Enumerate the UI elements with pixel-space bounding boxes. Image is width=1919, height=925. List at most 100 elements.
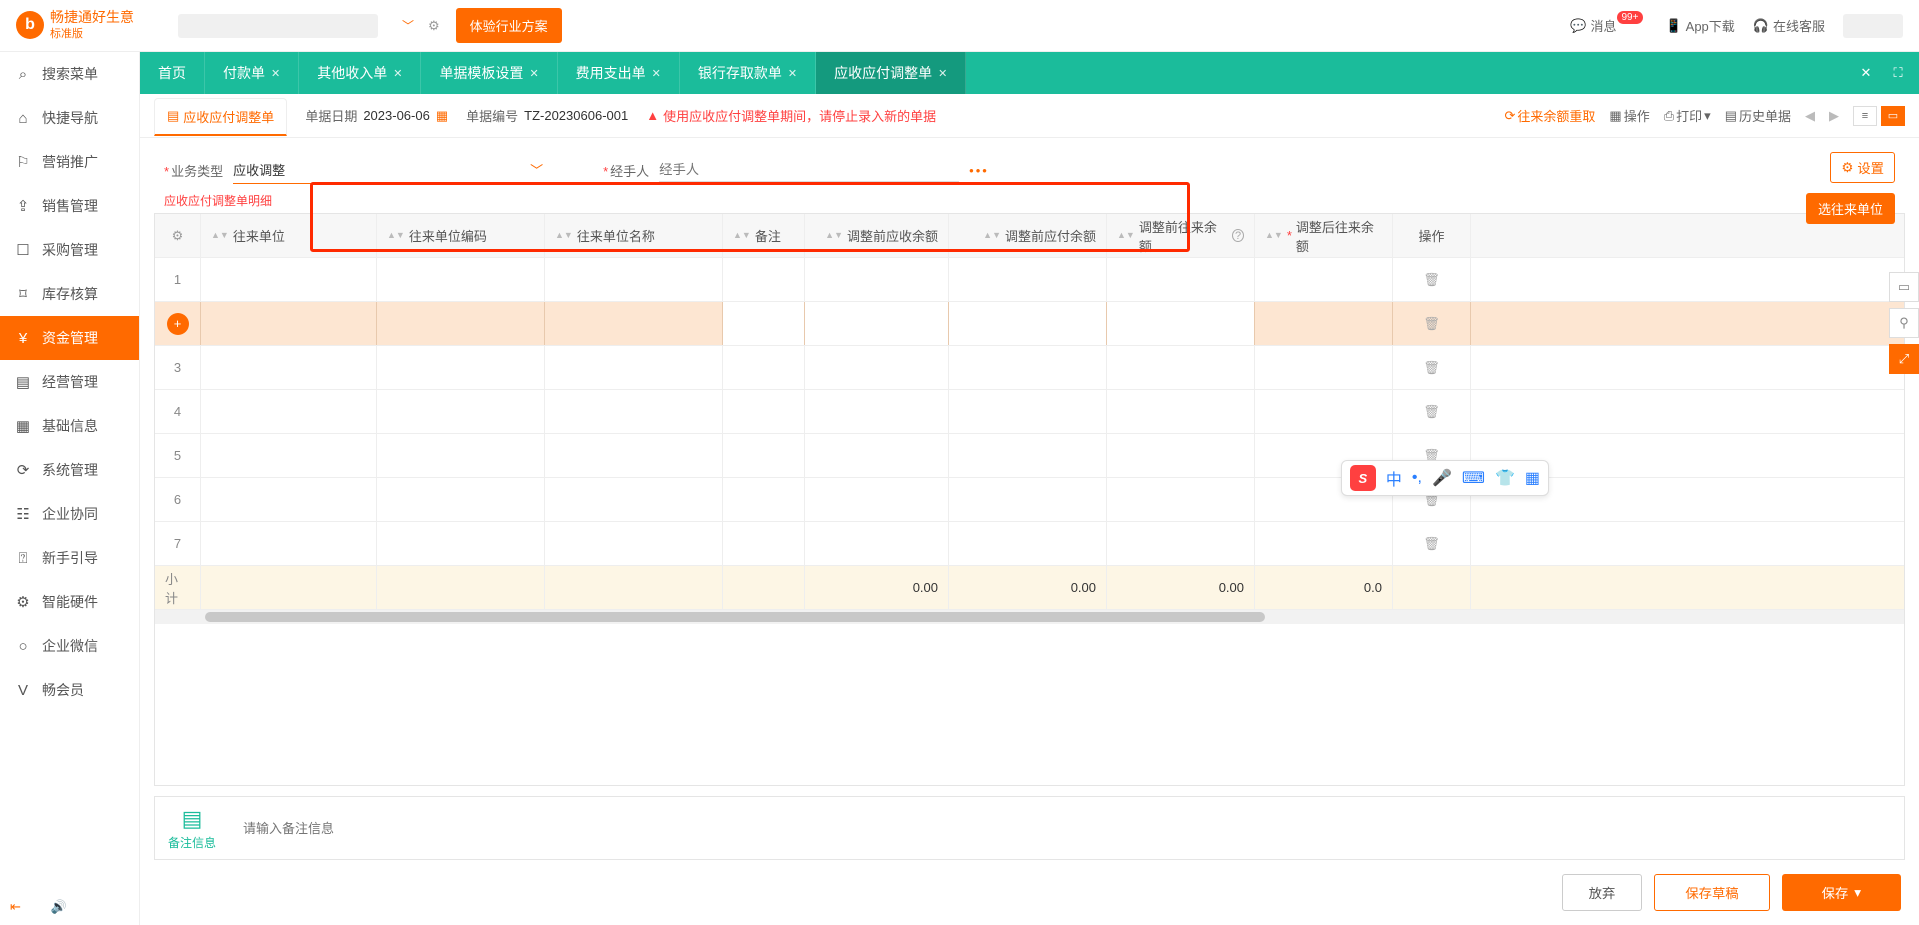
sidebar-item-funds[interactable]: ¥资金管理 bbox=[0, 316, 139, 360]
close-icon[interactable]: ✕ bbox=[271, 67, 280, 80]
biz-type-field: *业务类型 应收调整 ﹀ bbox=[164, 156, 543, 184]
tab-bank[interactable]: 银行存取款单✕ bbox=[680, 52, 816, 94]
grid-row[interactable]: 3🗑 bbox=[155, 346, 1904, 390]
grid-row[interactable]: 7🗑 bbox=[155, 522, 1904, 566]
view-card-icon[interactable]: ▭ bbox=[1881, 106, 1905, 126]
ime-mode[interactable]: 中 bbox=[1386, 466, 1402, 490]
messages-link[interactable]: 💬 消息 99+ bbox=[1570, 16, 1647, 35]
sound-icon[interactable]: 🔊 bbox=[51, 899, 67, 915]
sidebar-item-member[interactable]: V畅会员 bbox=[0, 668, 139, 712]
tab-payment[interactable]: 付款单✕ bbox=[205, 52, 299, 94]
history-link[interactable]: ▤ 历史单据 bbox=[1725, 106, 1791, 125]
sidebar-item-quicknav[interactable]: ⌂快捷导航 bbox=[0, 96, 139, 140]
sort-icon[interactable]: ▲▼ bbox=[1117, 232, 1135, 238]
sort-icon[interactable]: ▲▼ bbox=[1265, 232, 1283, 238]
sidebar-item-sales[interactable]: ⇪销售管理 bbox=[0, 184, 139, 228]
close-icon[interactable]: ✕ bbox=[788, 67, 797, 80]
calendar-icon[interactable]: ▦ bbox=[436, 108, 448, 124]
sidebar-item-wechat[interactable]: ○企业微信 bbox=[0, 624, 139, 668]
discard-button[interactable]: 放弃 bbox=[1562, 874, 1643, 911]
trash-icon[interactable]: 🗑 bbox=[1423, 272, 1440, 288]
float-note-icon[interactable]: ▭ bbox=[1889, 272, 1919, 302]
sort-icon[interactable]: ▲▼ bbox=[733, 232, 751, 238]
save-button[interactable]: 保存▾ bbox=[1782, 874, 1901, 911]
sort-icon[interactable]: ▲▼ bbox=[555, 232, 573, 238]
tab-other-income[interactable]: 其他收入单✕ bbox=[299, 52, 421, 94]
view-list-icon[interactable]: ≡ bbox=[1853, 106, 1877, 126]
tabs-expand-icon[interactable]: ⛶ bbox=[1887, 62, 1909, 84]
trash-icon[interactable]: 🗑 bbox=[1423, 360, 1440, 376]
grid-row[interactable]: 5🗑 bbox=[155, 434, 1904, 478]
tab-expense[interactable]: 费用支出单✕ bbox=[558, 52, 680, 94]
grid-row[interactable]: 6🗑 bbox=[155, 478, 1904, 522]
sidebar-item-enterprise[interactable]: ☷企业协同 bbox=[0, 492, 139, 536]
col-unit: 往来单位 bbox=[233, 226, 285, 245]
team-icon: ☷ bbox=[14, 505, 32, 523]
close-icon[interactable]: ✕ bbox=[529, 67, 538, 80]
prev-icon[interactable]: ◀ bbox=[1805, 108, 1815, 124]
tab-adjust[interactable]: 应收应付调整单✕ bbox=[816, 52, 966, 94]
next-icon[interactable]: ▶ bbox=[1829, 108, 1839, 124]
operate-menu[interactable]: ▦ 操作 bbox=[1609, 106, 1649, 125]
ime-grid-icon[interactable]: ▦ bbox=[1525, 468, 1540, 488]
ime-punct-icon[interactable]: •, bbox=[1412, 469, 1422, 487]
info-icon[interactable]: ? bbox=[1232, 229, 1244, 242]
collapse-icon[interactable]: ⇤ bbox=[10, 899, 21, 915]
org-selector[interactable] bbox=[178, 14, 378, 38]
try-industry-button[interactable]: 体验行业方案 bbox=[456, 8, 562, 43]
tabs-close-all-icon[interactable]: ✕ bbox=[1855, 62, 1877, 84]
ime-skin-icon[interactable]: 👕 bbox=[1495, 468, 1515, 488]
sort-icon[interactable]: ▲▼ bbox=[387, 232, 405, 238]
grid-row[interactable]: 1🗑 bbox=[155, 258, 1904, 302]
ime-logo-icon: S bbox=[1350, 465, 1376, 491]
sidebar-item-operation[interactable]: ▤经营管理 bbox=[0, 360, 139, 404]
sidebar-item-purchase[interactable]: ☐采购管理 bbox=[0, 228, 139, 272]
grid-settings-icon[interactable]: ⚙ bbox=[172, 228, 184, 244]
close-icon[interactable]: ✕ bbox=[652, 67, 661, 80]
handler-input[interactable] bbox=[659, 158, 959, 182]
sidebar-item-inventory[interactable]: ⌑库存核算 bbox=[0, 272, 139, 316]
float-attach-icon[interactable]: ⚲ bbox=[1889, 308, 1919, 338]
sort-icon[interactable]: ▲▼ bbox=[825, 232, 843, 238]
online-service-link[interactable]: 🎧 在线客服 bbox=[1753, 16, 1825, 35]
close-icon[interactable]: ✕ bbox=[393, 67, 402, 80]
save-draft-button[interactable]: 保存草稿 bbox=[1654, 874, 1769, 911]
handler-picker-icon[interactable]: ••• bbox=[969, 163, 989, 178]
tab-home[interactable]: 首页 bbox=[140, 52, 205, 94]
biz-type-select[interactable]: 应收调整 ﹀ bbox=[233, 156, 543, 184]
trash-icon[interactable]: 🗑 bbox=[1423, 536, 1440, 552]
sidebar-item-marketing[interactable]: ⚐营销推广 bbox=[0, 140, 139, 184]
settings-button[interactable]: ⚙设置 bbox=[1830, 152, 1895, 183]
up-icon: ⇪ bbox=[14, 197, 32, 215]
date-value[interactable]: 2023-06-06 bbox=[363, 108, 430, 123]
doc-number: 单据编号 TZ-20230606-001 bbox=[466, 106, 628, 125]
tab-template[interactable]: 单据模板设置✕ bbox=[421, 52, 557, 94]
trash-icon[interactable]: 🗑 bbox=[1423, 404, 1440, 420]
sidebar-item-guide[interactable]: ⍰新手引导 bbox=[0, 536, 139, 580]
sort-icon[interactable]: ▲▼ bbox=[211, 232, 229, 238]
remark-input[interactable] bbox=[229, 821, 1904, 836]
float-expand-icon[interactable]: ⤢ bbox=[1889, 344, 1919, 374]
reget-balance-link[interactable]: ⟳ 往来余额重取 bbox=[1505, 106, 1596, 125]
grid-row-active[interactable]: +🗑 bbox=[155, 302, 1904, 346]
org-caret-icon[interactable]: ﹀ bbox=[402, 17, 414, 34]
user-avatar[interactable] bbox=[1843, 14, 1903, 38]
doc-icon: ▤ bbox=[14, 373, 32, 391]
ime-keyboard-icon[interactable]: ⌨ bbox=[1462, 468, 1485, 488]
horizontal-scrollbar[interactable] bbox=[155, 610, 1904, 624]
grid-row[interactable]: 4🗑 bbox=[155, 390, 1904, 434]
trash-icon[interactable]: 🗑 bbox=[1423, 316, 1440, 332]
sidebar-item-base[interactable]: ▦基础信息 bbox=[0, 404, 139, 448]
sidebar-item-system[interactable]: ⟳系统管理 bbox=[0, 448, 139, 492]
print-menu[interactable]: ⎙ 打印 ▾ bbox=[1664, 106, 1711, 125]
ime-mic-icon[interactable]: 🎤 bbox=[1432, 468, 1452, 488]
org-settings-icon[interactable]: ⚙ bbox=[428, 18, 440, 34]
ime-toolbar[interactable]: S 中 •, 🎤 ⌨ 👕 ▦ bbox=[1341, 460, 1549, 496]
close-icon[interactable]: ✕ bbox=[938, 67, 947, 80]
warning-text: 使用应收应付调整单期间，请停止录入新的单据 bbox=[663, 106, 936, 125]
sidebar-item-hardware[interactable]: ⚙智能硬件 bbox=[0, 580, 139, 624]
add-row-button[interactable]: + bbox=[167, 313, 189, 335]
app-download-link[interactable]: 📱 App下载 bbox=[1665, 16, 1734, 35]
sort-icon[interactable]: ▲▼ bbox=[983, 232, 1001, 238]
sidebar-item-search[interactable]: ⌕搜索菜单 bbox=[0, 52, 139, 96]
